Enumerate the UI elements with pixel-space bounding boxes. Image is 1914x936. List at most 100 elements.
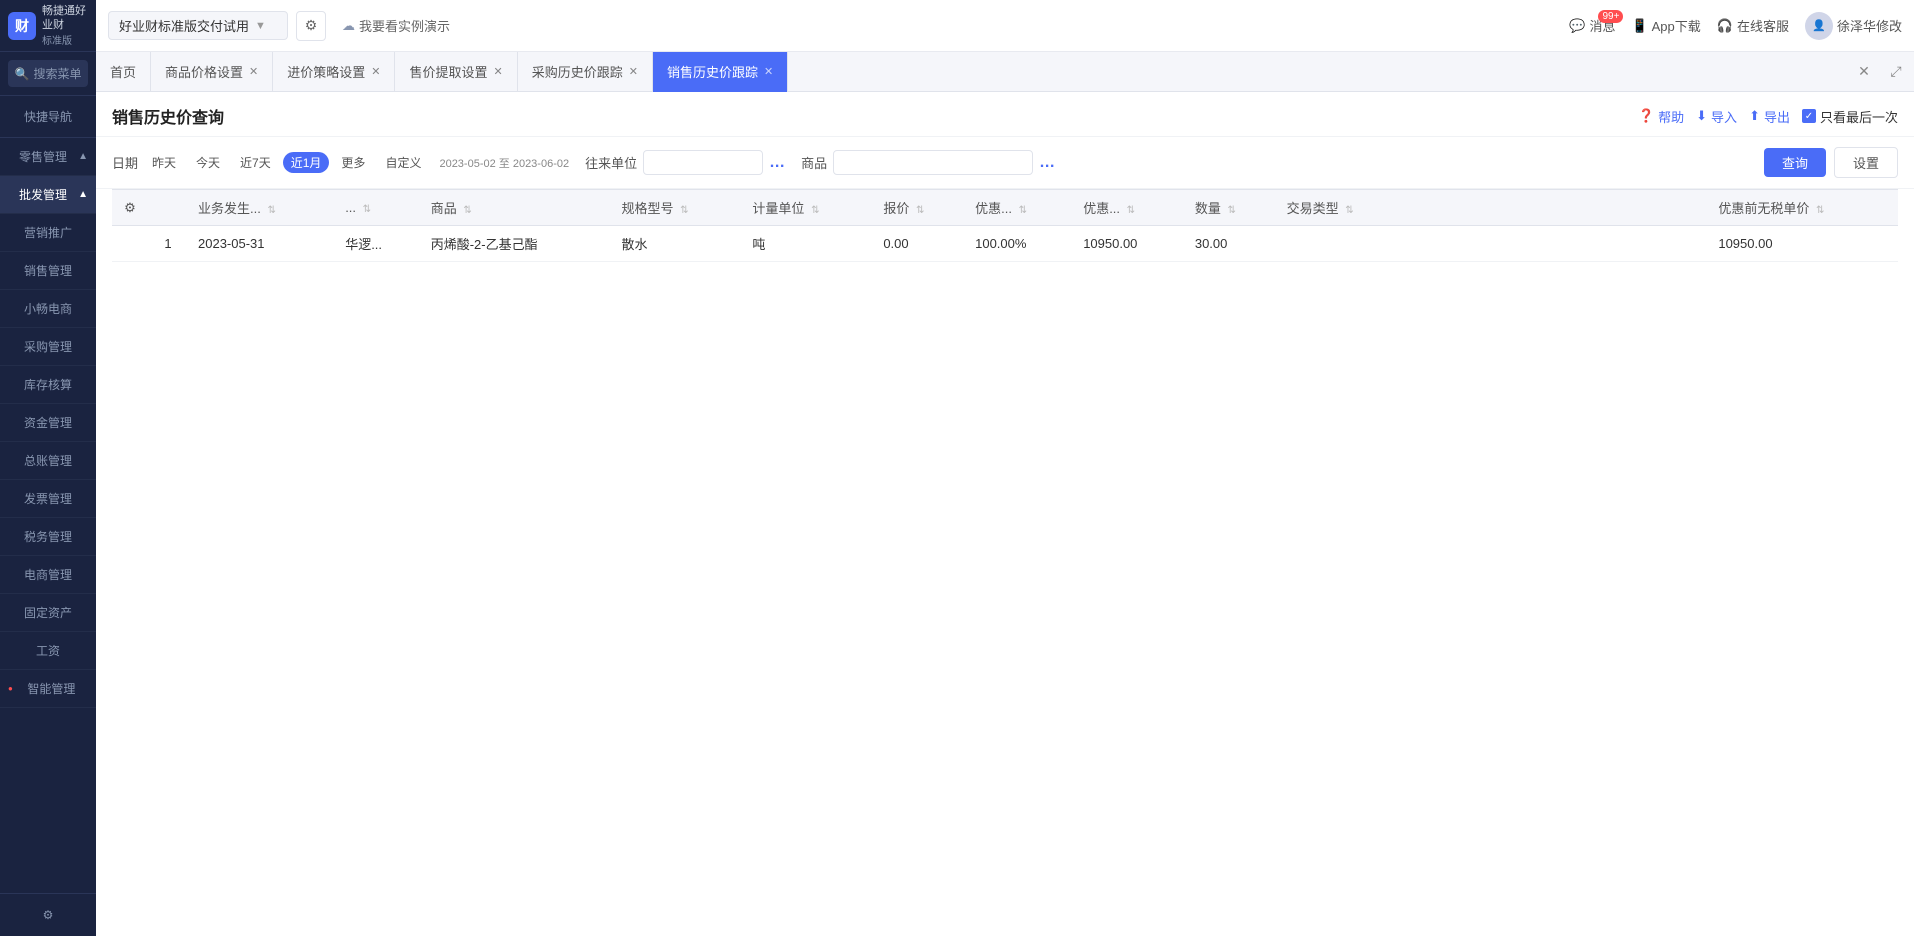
sidebar-item-tax[interactable]: 税务管理 xyxy=(0,518,96,556)
tab-sales-history[interactable]: 销售历史价跟踪 ✕ xyxy=(653,52,788,92)
main-area: 好业财标准版交付试用 ▼ ⚙ ☁ 我要看实例演示 💬 消息 99+ 📱 App下… xyxy=(96,0,1914,936)
tab-price-settings[interactable]: 商品价格设置 ✕ xyxy=(151,52,273,92)
sidebar-item-inventory[interactable]: 库存核算 xyxy=(0,366,96,404)
sidebar-item-payroll[interactable]: 工资 xyxy=(0,632,96,670)
col-header-date[interactable]: 业务发生... ⇅ xyxy=(188,190,335,226)
tab-close-icon[interactable]: ✕ xyxy=(249,65,258,78)
date-range-display: 2023-05-02 至 2023-06-02 xyxy=(439,155,569,171)
date-filter-group: 日期 昨天 今天 近7天 近1月 更多 自定义 2023-05-02 至 202… xyxy=(112,152,569,173)
col-header-price[interactable]: 报价 ⇅ xyxy=(873,190,965,226)
message-button[interactable]: 💬 消息 99+ xyxy=(1569,16,1615,35)
sidebar-item-ecommerce-small[interactable]: 小畅电商 xyxy=(0,290,96,328)
date-yesterday-btn[interactable]: 昨天 xyxy=(144,152,184,173)
page-header: 销售历史价查询 ❓ 帮助 ⬇ 导入 ⬆ 导出 ✓ 只看最后一次 xyxy=(96,92,1914,137)
sidebar-logo: 财 畅捷通好业财 标准版 xyxy=(0,0,96,52)
tab-close-window-button[interactable]: ✕ xyxy=(1850,58,1878,86)
product-selector[interactable]: 好业财标准版交付试用 ▼ xyxy=(108,11,288,40)
row-trade-type-cell xyxy=(1277,226,1408,262)
supplier-filter-group: 往来单位 … xyxy=(585,150,785,175)
tab-close-icon[interactable]: ✕ xyxy=(629,65,638,78)
settings-icon: ⚙ xyxy=(43,908,54,922)
col-header-quantity[interactable]: 数量 ⇅ xyxy=(1185,190,1277,226)
tab-sale-extract[interactable]: 售价提取设置 ✕ xyxy=(395,52,517,92)
sidebar-menu: 零售管理 ▲ 批发管理 ▲ 营销推广 销售管理 小畅电商 采购管理 库存核算 资… xyxy=(0,138,96,893)
col-header-product[interactable]: 商品 ⇅ xyxy=(421,190,612,226)
col-header-pretax-price[interactable]: 优惠前无税单价 ⇅ xyxy=(1708,190,1898,226)
sort-icon: ⇅ xyxy=(363,204,371,215)
sidebar-item-ecommerce[interactable]: 电商管理 xyxy=(0,556,96,594)
export-button[interactable]: ⬆ 导出 xyxy=(1749,107,1790,126)
col-header-spacer xyxy=(1408,190,1709,226)
search-menu-button[interactable]: 🔍 搜索菜单 xyxy=(8,60,88,87)
date-more-btn[interactable]: 更多 xyxy=(333,152,373,173)
sort-icon: ⇅ xyxy=(463,205,471,216)
query-button[interactable]: 查询 xyxy=(1764,148,1826,177)
table-container: ⚙ 业务发生... ⇅ ... ⇅ 商品 ⇅ xyxy=(96,189,1914,936)
col-header-discount2[interactable]: 优惠... ⇅ xyxy=(1073,190,1185,226)
sidebar-bottom: ⚙ xyxy=(0,893,96,936)
row-spec-cell: 散水 xyxy=(612,226,743,262)
sort-icon: ⇅ xyxy=(1227,205,1235,216)
search-icon: 🔍 xyxy=(15,67,30,81)
sidebar-settings-button[interactable]: ⚙ xyxy=(8,902,88,928)
help-button[interactable]: ❓ 帮助 xyxy=(1638,107,1684,126)
row-discount1-cell: 100.00% xyxy=(965,226,1073,262)
sidebar-item-sales[interactable]: 销售管理 xyxy=(0,252,96,290)
col-header-trade-type[interactable]: 交易类型 ⇅ xyxy=(1277,190,1408,226)
message-badge: 99+ xyxy=(1598,10,1623,23)
row-spacer-cell xyxy=(1408,226,1709,262)
tab-close-icon[interactable]: ✕ xyxy=(764,65,773,78)
product-input[interactable] xyxy=(833,150,1033,175)
sort-icon: ⇅ xyxy=(267,205,275,216)
sidebar-item-marketing[interactable]: 营销推广 xyxy=(0,214,96,252)
row-pretax-price-cell: 10950.00 xyxy=(1708,226,1898,262)
demo-link[interactable]: ☁ 我要看实例演示 xyxy=(342,16,450,35)
settings-button[interactable]: 设置 xyxy=(1834,147,1898,178)
sidebar: 财 畅捷通好业财 标准版 🔍 搜索菜单 快捷导航 零售管理 ▲ 批发管理 ▲ 营… xyxy=(0,0,96,936)
chevron-icon: ▲ xyxy=(78,151,88,162)
col-header-unit[interactable]: 计量单位 ⇅ xyxy=(742,190,873,226)
only-last-checkbox[interactable]: ✓ xyxy=(1802,109,1816,123)
app-download-button[interactable]: 📱 App下载 xyxy=(1631,16,1700,35)
sidebar-item-wholesale[interactable]: 批发管理 ▲ xyxy=(0,176,96,214)
tab-purchase-history[interactable]: 采购历史价跟踪 ✕ xyxy=(518,52,653,92)
supplier-input[interactable] xyxy=(643,150,763,175)
topbar-actions: 💬 消息 99+ 📱 App下载 🎧 在线客服 👤 徐泽华修改 xyxy=(1569,12,1902,40)
product-search-icon[interactable]: … xyxy=(1039,154,1055,172)
tab-close-icon[interactable]: ✕ xyxy=(371,65,380,78)
date-custom-btn[interactable]: 自定义 xyxy=(377,152,429,173)
date-last7-btn[interactable]: 近7天 xyxy=(232,152,279,173)
col-header-col3[interactable]: ... ⇅ xyxy=(335,190,421,226)
user-avatar-icon: 👤 xyxy=(1812,19,1826,32)
col-header-spec[interactable]: 规格型号 ⇅ xyxy=(612,190,743,226)
sidebar-item-retail[interactable]: 零售管理 ▲ xyxy=(0,138,96,176)
supplier-label: 往来单位 xyxy=(585,153,637,172)
tab-purchase-strategy[interactable]: 进价策略设置 ✕ xyxy=(273,52,395,92)
tab-close-icon[interactable]: ✕ xyxy=(494,65,503,78)
sort-icon: ⇅ xyxy=(811,205,819,216)
sidebar-item-smart[interactable]: 智能管理 xyxy=(0,670,96,708)
sidebar-item-purchase[interactable]: 采购管理 xyxy=(0,328,96,366)
sort-icon: ⇅ xyxy=(1816,205,1824,216)
only-last-checkbox-group[interactable]: ✓ 只看最后一次 xyxy=(1802,107,1898,126)
logo-text: 畅捷通好业财 xyxy=(42,4,88,33)
sidebar-item-finance[interactable]: 资金管理 xyxy=(0,404,96,442)
user-profile-button[interactable]: 👤 徐泽华修改 xyxy=(1805,12,1902,40)
col-header-settings[interactable]: ⚙ xyxy=(112,190,148,226)
sidebar-item-fixed-assets[interactable]: 固定资产 xyxy=(0,594,96,632)
supplier-search-icon[interactable]: … xyxy=(769,154,785,172)
sidebar-item-general-ledger[interactable]: 总账管理 xyxy=(0,442,96,480)
date-today-btn[interactable]: 今天 xyxy=(188,152,228,173)
table-row[interactable]: 1 2023-05-31 华逻... 丙烯酸-2-乙基己酯 散水 吨 0.00 … xyxy=(112,226,1898,262)
date-last1month-btn[interactable]: 近1月 xyxy=(283,152,330,173)
date-options: 昨天 今天 近7天 近1月 更多 自定义 xyxy=(144,152,429,173)
topbar-settings-button[interactable]: ⚙ xyxy=(296,11,326,41)
online-service-button[interactable]: 🎧 在线客服 xyxy=(1717,16,1789,35)
import-button[interactable]: ⬇ 导入 xyxy=(1696,107,1737,126)
col-header-discount1[interactable]: 优惠... ⇅ xyxy=(965,190,1073,226)
row-price-cell: 0.00 xyxy=(873,226,965,262)
quick-nav-item[interactable]: 快捷导航 xyxy=(0,102,96,131)
sidebar-item-invoice[interactable]: 发票管理 xyxy=(0,480,96,518)
tab-home[interactable]: 首页 xyxy=(96,52,151,92)
tab-maximize-button[interactable]: ⤢ xyxy=(1882,58,1910,86)
